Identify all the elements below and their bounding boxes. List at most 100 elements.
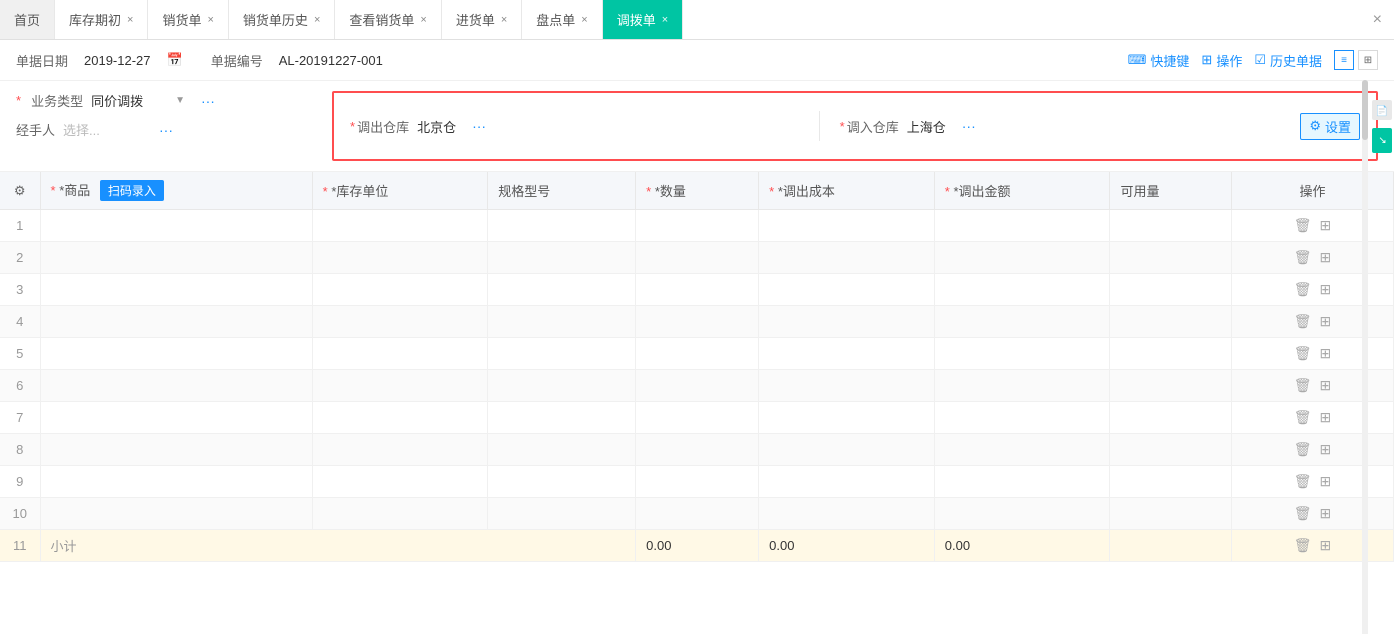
- row-product-3[interactable]: [40, 274, 312, 306]
- sidebar-expand-btn[interactable]: ↗: [1372, 128, 1392, 152]
- copy-icon-7[interactable]: ⊞: [1320, 409, 1332, 426]
- row-product-1[interactable]: [40, 210, 312, 242]
- row-amount-8[interactable]: [934, 434, 1110, 466]
- in-warehouse-more[interactable]: ···: [962, 118, 976, 134]
- row-spec-10[interactable]: [488, 498, 636, 530]
- delete-icon-10[interactable]: 🗑: [1294, 505, 1312, 522]
- tab-sales-history[interactable]: 销货单历史 ×: [229, 0, 335, 39]
- row-spec-2[interactable]: [488, 242, 636, 274]
- row-quantity-10[interactable]: [636, 498, 759, 530]
- row-amount-4[interactable]: [934, 306, 1110, 338]
- tab-close-purchase[interactable]: ×: [501, 14, 507, 26]
- tab-view-sales[interactable]: 查看销货单 ×: [335, 0, 441, 39]
- tab-home[interactable]: 首页: [0, 0, 55, 39]
- delete-icon-2[interactable]: 🗑: [1294, 249, 1312, 266]
- row-amount-5[interactable]: [934, 338, 1110, 370]
- row-quantity-4[interactable]: [636, 306, 759, 338]
- row-available-8[interactable]: [1110, 434, 1232, 466]
- window-close-button[interactable]: ×: [1361, 11, 1394, 29]
- row-quantity-3[interactable]: [636, 274, 759, 306]
- operations-btn[interactable]: ⊞ 操作: [1201, 51, 1242, 70]
- row-quantity-6[interactable]: [636, 370, 759, 402]
- row-amount-10[interactable]: [934, 498, 1110, 530]
- row-amount-2[interactable]: [934, 242, 1110, 274]
- delete-icon-5[interactable]: 🗑: [1294, 345, 1312, 362]
- row-spec-8[interactable]: [488, 434, 636, 466]
- row-cost-2[interactable]: [759, 242, 935, 274]
- settings-button[interactable]: ⚙ 设置: [1300, 113, 1360, 140]
- tab-close-transfer[interactable]: ×: [662, 14, 668, 26]
- scroll-thumb[interactable]: [1362, 80, 1368, 140]
- row-spec-6[interactable]: [488, 370, 636, 402]
- row-cost-10[interactable]: [759, 498, 935, 530]
- row-unit-5[interactable]: [312, 338, 488, 370]
- row-spec-7[interactable]: [488, 402, 636, 434]
- copy-icon-1[interactable]: ⊞: [1320, 217, 1332, 234]
- row-quantity-5[interactable]: [636, 338, 759, 370]
- row-available-6[interactable]: [1110, 370, 1232, 402]
- row-cost-6[interactable]: [759, 370, 935, 402]
- row-cost-9[interactable]: [759, 466, 935, 498]
- delete-icon-11[interactable]: 🗑: [1294, 537, 1312, 554]
- row-product-9[interactable]: [40, 466, 312, 498]
- copy-icon-11[interactable]: ⊞: [1320, 537, 1332, 554]
- row-available-4[interactable]: [1110, 306, 1232, 338]
- tab-sales-order[interactable]: 销货单 ×: [148, 0, 228, 39]
- tab-transfer[interactable]: 调拨单 ×: [603, 0, 683, 39]
- copy-icon-4[interactable]: ⊞: [1320, 313, 1332, 330]
- calendar-icon[interactable]: 📅: [167, 52, 183, 68]
- row-amount-1[interactable]: [934, 210, 1110, 242]
- row-available-10[interactable]: [1110, 498, 1232, 530]
- quick-key-btn[interactable]: ⌨ 快捷键: [1128, 51, 1190, 70]
- business-type-more[interactable]: ···: [201, 93, 215, 109]
- row-amount-7[interactable]: [934, 402, 1110, 434]
- handler-placeholder[interactable]: 选择...: [63, 120, 143, 139]
- row-quantity-7[interactable]: [636, 402, 759, 434]
- row-product-10[interactable]: [40, 498, 312, 530]
- row-available-2[interactable]: [1110, 242, 1232, 274]
- tab-close-sales-history[interactable]: ×: [314, 14, 320, 26]
- row-product-7[interactable]: [40, 402, 312, 434]
- history-btn[interactable]: ☑ 历史单据: [1254, 51, 1322, 70]
- copy-icon-9[interactable]: ⊞: [1320, 473, 1332, 490]
- delete-icon-7[interactable]: 🗑: [1294, 409, 1312, 426]
- tab-stocktake[interactable]: 盘点单 ×: [522, 0, 602, 39]
- row-product-2[interactable]: [40, 242, 312, 274]
- copy-icon-3[interactable]: ⊞: [1320, 281, 1332, 298]
- delete-icon-4[interactable]: 🗑: [1294, 313, 1312, 330]
- tab-close-sales-order[interactable]: ×: [207, 14, 213, 26]
- row-unit-10[interactable]: [312, 498, 488, 530]
- row-unit-2[interactable]: [312, 242, 488, 274]
- tab-close-stocktake[interactable]: ×: [581, 14, 587, 26]
- out-warehouse-more[interactable]: ···: [472, 118, 486, 134]
- row-cost-1[interactable]: [759, 210, 935, 242]
- row-amount-3[interactable]: [934, 274, 1110, 306]
- row-unit-1[interactable]: [312, 210, 488, 242]
- row-available-3[interactable]: [1110, 274, 1232, 306]
- row-product-8[interactable]: [40, 434, 312, 466]
- delete-icon-3[interactable]: 🗑: [1294, 281, 1312, 298]
- row-available-7[interactable]: [1110, 402, 1232, 434]
- row-available-1[interactable]: [1110, 210, 1232, 242]
- row-available-5[interactable]: [1110, 338, 1232, 370]
- delete-icon-9[interactable]: 🗑: [1294, 473, 1312, 490]
- delete-icon-8[interactable]: 🗑: [1294, 441, 1312, 458]
- row-spec-9[interactable]: [488, 466, 636, 498]
- copy-icon-10[interactable]: ⊞: [1320, 505, 1332, 522]
- row-unit-4[interactable]: [312, 306, 488, 338]
- row-quantity-2[interactable]: [636, 242, 759, 274]
- row-spec-4[interactable]: [488, 306, 636, 338]
- row-cost-3[interactable]: [759, 274, 935, 306]
- row-unit-8[interactable]: [312, 434, 488, 466]
- row-cost-8[interactable]: [759, 434, 935, 466]
- delete-icon-6[interactable]: 🗑: [1294, 377, 1312, 394]
- copy-icon-5[interactable]: ⊞: [1320, 345, 1332, 362]
- row-unit-9[interactable]: [312, 466, 488, 498]
- row-spec-5[interactable]: [488, 338, 636, 370]
- handler-more[interactable]: ···: [159, 122, 173, 138]
- row-cost-7[interactable]: [759, 402, 935, 434]
- th-gear[interactable]: ⚙: [0, 172, 40, 210]
- copy-icon-6[interactable]: ⊞: [1320, 377, 1332, 394]
- row-unit-6[interactable]: [312, 370, 488, 402]
- layout-list-icon[interactable]: ≡: [1334, 50, 1354, 70]
